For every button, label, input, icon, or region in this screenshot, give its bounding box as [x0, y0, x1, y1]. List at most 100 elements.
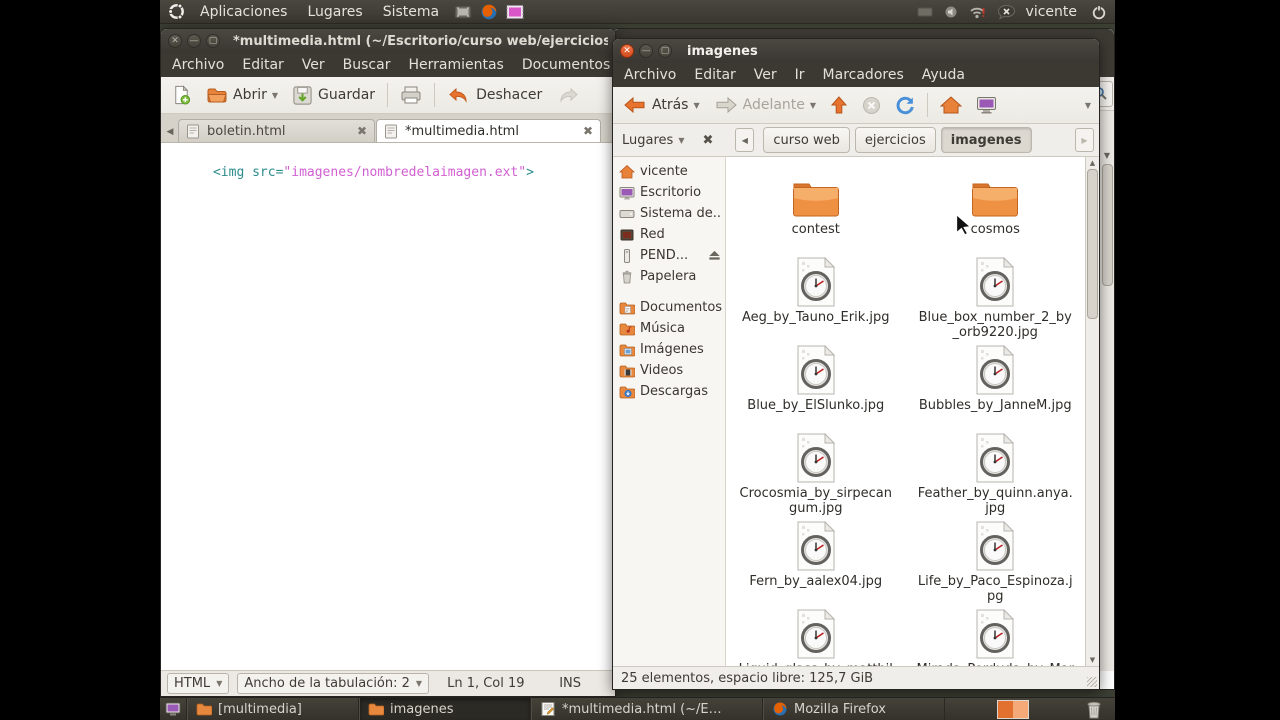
trash-applet-icon[interactable]	[1085, 699, 1105, 719]
username-menu[interactable]: vicente	[1026, 4, 1077, 20]
up-button[interactable]	[824, 92, 854, 118]
menu-item[interactable]: Ayuda	[913, 63, 974, 87]
menu-item[interactable]: Ver	[293, 53, 334, 77]
sidebar-item[interactable]: Videos	[613, 360, 725, 381]
computer-button[interactable]	[970, 93, 1003, 118]
ubuntu-logo-icon[interactable]	[166, 2, 186, 22]
file-item[interactable]: Aeg_by_Tauno_Erik.jpg	[737, 255, 895, 343]
sidebar-item[interactable]: Red	[613, 224, 725, 245]
file-item[interactable]: Fern_by_aalex04.jpg	[737, 519, 895, 607]
gedit-titlebar[interactable]: ✕ — ▢ *multimedia.html (~/Escritorio/cur…	[161, 29, 615, 53]
file-item[interactable]: Liquid_glass_by_matthileo.jpg	[737, 607, 895, 666]
menu-item[interactable]: Herramientas	[399, 53, 512, 77]
panel-menu[interactable]: Aplicaciones	[190, 0, 297, 24]
breadcrumb-button[interactable]: curso web	[763, 127, 850, 153]
editor-tab[interactable]: boletin.html ✖	[178, 119, 375, 142]
volume-indicator-icon[interactable]	[943, 5, 959, 19]
sidebar-item[interactable]: Sistema de...	[613, 203, 725, 224]
open-button[interactable]: Abrir ▼	[200, 82, 284, 108]
menu-item[interactable]: Buscar	[334, 53, 400, 77]
sidebar-item[interactable]: vicente	[613, 161, 725, 182]
new-document-button[interactable]	[165, 81, 198, 109]
close-button[interactable]: ✕	[168, 34, 182, 48]
undo-button[interactable]: Deshacer	[441, 83, 548, 107]
save-button[interactable]: Guardar	[286, 82, 381, 109]
screen-capture-icon[interactable]	[505, 2, 525, 22]
file-item[interactable]: Feather_by_quinn.anya.jpg	[916, 431, 1074, 519]
sidebar-item[interactable]: Descargas	[613, 381, 725, 402]
forward-button[interactable]: Adelante ▼	[708, 93, 822, 117]
firefox-launcher-icon[interactable]	[479, 2, 499, 22]
breadcrumb-button[interactable]: imagenes	[940, 127, 1032, 153]
redo-button[interactable]	[550, 83, 586, 107]
sidebar-item[interactable]: Música	[613, 318, 725, 339]
refresh-button[interactable]	[889, 92, 921, 118]
sidebar-close-icon[interactable]: ✖	[702, 133, 713, 148]
tab-close-icon[interactable]: ✖	[357, 124, 367, 138]
menu-item[interactable]: Editar	[685, 63, 744, 87]
taskbar-window-button[interactable]: imagenes	[359, 698, 531, 720]
tab-scroll-left-icon[interactable]: ◀	[163, 122, 177, 142]
file-item[interactable]: contest	[737, 167, 895, 255]
breadcrumb-button[interactable]: ejercicios	[854, 127, 936, 153]
nautilus-titlebar[interactable]: ✕ — ▢ imagenes	[613, 39, 1099, 63]
panel-menu[interactable]: Sistema	[373, 0, 449, 24]
network-indicator-icon[interactable]	[969, 5, 987, 19]
power-icon[interactable]	[1091, 4, 1107, 20]
toolbar-overflow-icon[interactable]: ▼	[1085, 101, 1091, 110]
close-button[interactable]: ✕	[620, 44, 634, 58]
me-menu-chat-icon[interactable]	[997, 4, 1016, 20]
taskbar-window-button[interactable]: [multimedia]	[187, 698, 359, 720]
file-item[interactable]: Mirada_Perduda_by_Marxicoli.jpg	[916, 607, 1074, 666]
sidebar-item[interactable]: Documentos	[613, 297, 725, 318]
panel-menu[interactable]: Lugares	[297, 0, 372, 24]
places-dropdown[interactable]: Lugares ▼	[618, 133, 688, 148]
crumb-scroll-right[interactable]: ▶	[1075, 128, 1094, 152]
taskbar-window-button[interactable]: *multimedia.html (~/E…	[531, 698, 763, 720]
menu-item[interactable]: Ver	[745, 63, 786, 87]
scrollbar-thumb[interactable]	[1087, 169, 1098, 319]
minimize-button[interactable]: —	[639, 44, 653, 58]
show-desktop-button[interactable]	[160, 698, 187, 720]
maximize-button[interactable]: ▢	[206, 34, 220, 48]
file-grid-scrollbar[interactable]: ▲ ▼	[1085, 157, 1099, 666]
menu-item[interactable]: Archivo	[615, 63, 685, 87]
back-button[interactable]: Atrás ▼	[617, 93, 706, 117]
workspace-1[interactable]	[998, 700, 1013, 718]
file-item[interactable]: Blue_by_ElSlunko.jpg	[737, 343, 895, 431]
crumb-scroll-left[interactable]: ◀	[735, 128, 755, 152]
sidebar-item[interactable]: PEND...	[613, 245, 725, 266]
workspace-switcher[interactable]	[997, 699, 1029, 719]
menu-item[interactable]: Marcadores	[814, 63, 913, 87]
scrollbar-thumb[interactable]	[1101, 164, 1113, 286]
print-button[interactable]	[394, 82, 428, 108]
maximize-button[interactable]: ▢	[658, 44, 672, 58]
keyboard-indicator-icon[interactable]	[917, 6, 933, 18]
file-item[interactable]: Bubbles_by_JanneM.jpg	[916, 343, 1074, 431]
menu-item[interactable]: Documentos	[513, 53, 615, 77]
home-button[interactable]	[934, 92, 968, 118]
language-dropdown[interactable]: HTML ▼	[167, 673, 230, 694]
taskbar-window-button[interactable]: Mozilla Firefox	[763, 698, 945, 720]
sidebar-item[interactable]: Papelera	[613, 266, 725, 287]
resize-grip[interactable]	[1087, 677, 1097, 687]
stop-button[interactable]	[856, 93, 887, 118]
code-editor[interactable]: <img src="imagenes/nombredelaimagen.ext"…	[161, 143, 615, 670]
movie-player-icon[interactable]	[453, 2, 473, 22]
file-item[interactable]: Life_by_Paco_Espinoza.jpg	[916, 519, 1074, 607]
sidebar-item[interactable]: Imágenes	[613, 339, 725, 360]
menu-item[interactable]: Ir	[786, 63, 814, 87]
file-item[interactable]: Crocosmia_by_sirpecangum.jpg	[737, 431, 895, 519]
file-item[interactable]: Blue_box_number_2_by_orb9220.jpg	[916, 255, 1074, 343]
menu-item[interactable]: Editar	[233, 53, 292, 77]
workspace-2[interactable]	[1013, 700, 1028, 718]
eject-icon[interactable]	[707, 249, 722, 262]
minimize-button[interactable]: —	[187, 34, 201, 48]
firefox-scrollbar[interactable]: ▼	[1099, 111, 1114, 671]
menu-item[interactable]: Archivo	[163, 53, 233, 77]
sidebar-item[interactable]: Escritorio	[613, 182, 725, 203]
tab-close-icon[interactable]: ✖	[583, 124, 593, 138]
file-item[interactable]: cosmos	[916, 167, 1074, 255]
editor-tab[interactable]: *multimedia.html ✖	[376, 119, 601, 142]
tab-width-dropdown[interactable]: Ancho de la tabulación: 2 ▼	[237, 673, 430, 694]
